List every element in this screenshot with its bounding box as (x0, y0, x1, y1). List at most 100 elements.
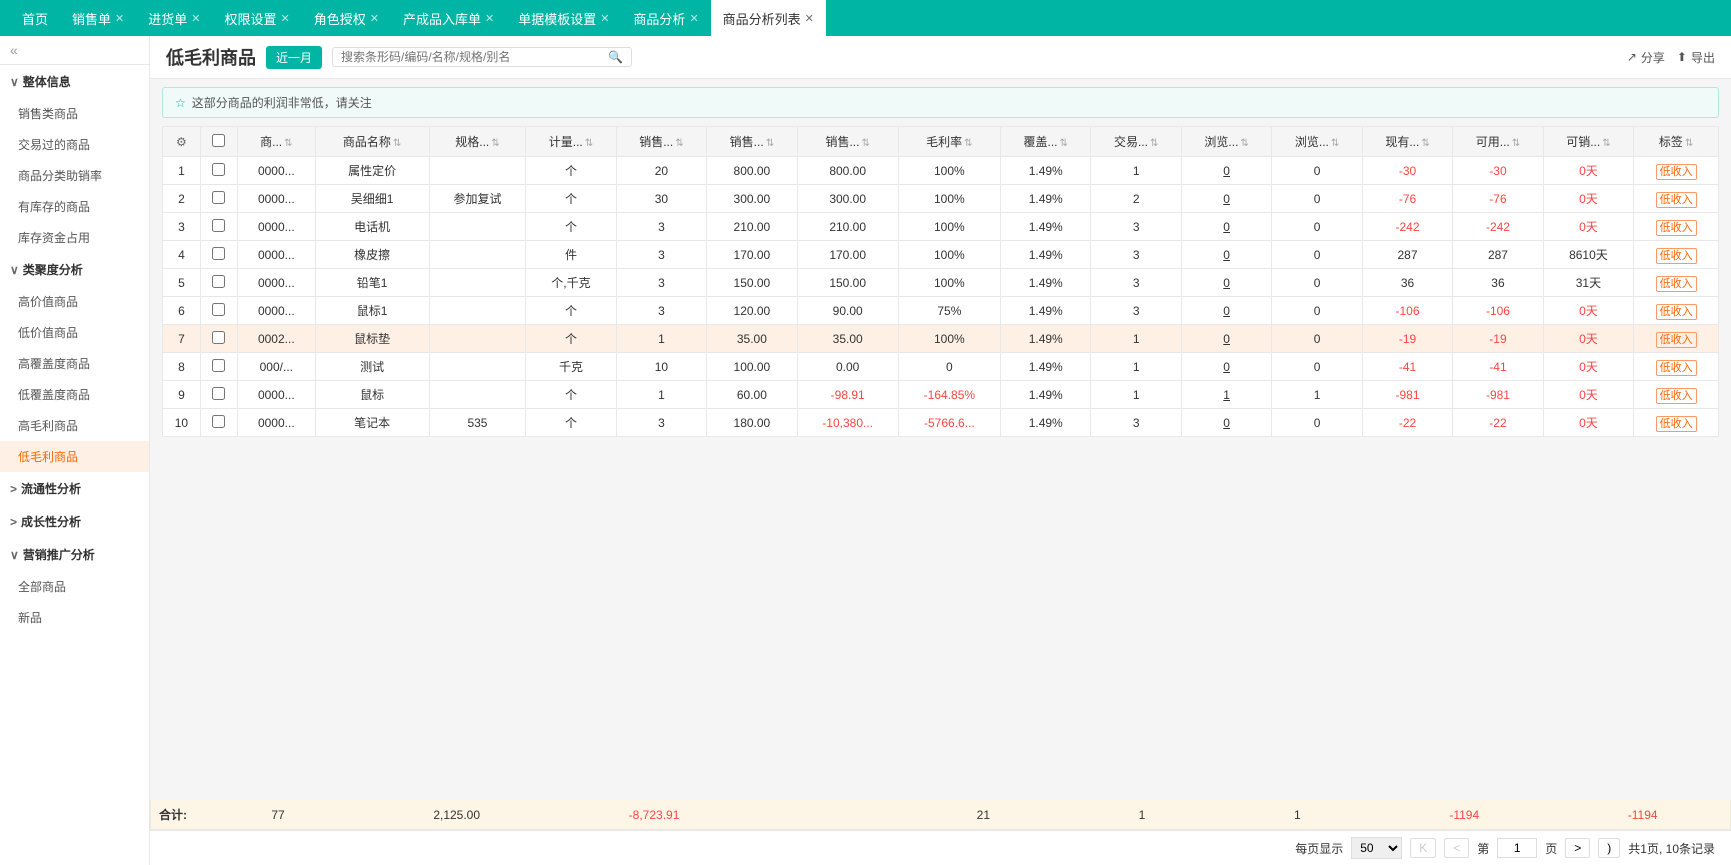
row-checkbox[interactable] (200, 353, 237, 381)
row-select-checkbox[interactable] (212, 275, 225, 288)
last-page-button[interactable]: ) (1598, 838, 1620, 858)
nav-close-icon[interactable]: ✕ (281, 12, 290, 25)
nav-close-icon[interactable]: ✕ (485, 12, 494, 25)
row-trade: 1 (1091, 325, 1181, 353)
nav-item-权限设置[interactable]: 权限设置✕ (212, 0, 301, 36)
sidebar-item-有库存的商品[interactable]: 有库存的商品 (0, 191, 149, 222)
nav-item-商品分析列表[interactable]: 商品分析列表✕ (711, 0, 826, 36)
nav-close-icon[interactable]: ✕ (191, 12, 200, 25)
row-checkbox[interactable] (200, 269, 237, 297)
export-button[interactable]: ⬆ 导出 (1677, 49, 1715, 66)
col-spec[interactable]: 规格...⇅ (429, 127, 526, 157)
row-select-checkbox[interactable] (212, 191, 225, 204)
col-available[interactable]: 可用...⇅ (1453, 127, 1543, 157)
row-select-checkbox[interactable] (212, 387, 225, 400)
sidebar-group-0[interactable]: ∨整体信息 (0, 65, 149, 98)
table-row: 7 0002... 鼠标垫 个 1 35.00 35.00 100% 1.49%… (163, 325, 1719, 353)
nav-close-icon[interactable]: ✕ (689, 12, 698, 25)
sidebar-item-高价值商品[interactable]: 高价值商品 (0, 286, 149, 317)
sidebar-item-新品[interactable]: 新品 (0, 602, 149, 633)
row-code: 0000... (238, 269, 315, 297)
row-checkbox[interactable] (200, 213, 237, 241)
search-input[interactable] (341, 50, 608, 64)
row-view1[interactable]: 0 (1181, 325, 1271, 353)
share-button[interactable]: ↗ 分享 (1627, 49, 1665, 66)
sidebar-group-2[interactable]: >流通性分析 (0, 472, 149, 505)
nav-item-产成品入库单[interactable]: 产成品入库单✕ (391, 0, 506, 36)
sidebar-group-3[interactable]: >成长性分析 (0, 505, 149, 538)
sidebar-item-低覆盖度商品[interactable]: 低覆盖度商品 (0, 379, 149, 410)
row-view1[interactable]: 0 (1181, 213, 1271, 241)
sidebar-item-交易过的商品[interactable]: 交易过的商品 (0, 129, 149, 160)
row-checkbox[interactable] (200, 381, 237, 409)
row-select-checkbox[interactable] (212, 219, 225, 232)
next-page-button[interactable]: > (1565, 838, 1590, 858)
row-checkbox[interactable] (200, 409, 237, 437)
col-gear[interactable]: ⚙ (163, 127, 201, 157)
select-all-checkbox[interactable] (212, 134, 225, 147)
row-checkbox[interactable] (200, 185, 237, 213)
sidebar-item-低毛利商品[interactable]: 低毛利商品 (0, 441, 149, 472)
sidebar-collapse-button[interactable]: « (0, 36, 149, 65)
col-view1[interactable]: 浏览...⇅ (1181, 127, 1271, 157)
row-checkbox[interactable] (200, 325, 237, 353)
date-filter-button[interactable]: 近一月 (266, 46, 322, 69)
col-saleable[interactable]: 可销...⇅ (1543, 127, 1633, 157)
row-sales-amount: 150.00 (797, 269, 898, 297)
row-checkbox[interactable] (200, 241, 237, 269)
nav-item-角色授权[interactable]: 角色授权✕ (302, 0, 391, 36)
row-checkbox[interactable] (200, 157, 237, 185)
nav-item-销售单[interactable]: 销售单✕ (60, 0, 136, 36)
per-page-select[interactable]: 50 100 200 (1351, 837, 1402, 859)
share-icon: ↗ (1627, 50, 1637, 64)
col-gross-margin[interactable]: 毛利率⇅ (898, 127, 1000, 157)
nav-item-商品分析[interactable]: 商品分析✕ (621, 0, 710, 36)
row-view1[interactable]: 0 (1181, 185, 1271, 213)
sidebar-item-全部商品[interactable]: 全部商品 (0, 571, 149, 602)
row-view1[interactable]: 0 (1181, 353, 1271, 381)
nav-item-单据模板设置[interactable]: 单据模板设置✕ (506, 0, 621, 36)
sidebar-item-销售类商品[interactable]: 销售类商品 (0, 98, 149, 129)
page-input[interactable] (1497, 838, 1537, 858)
row-select-checkbox[interactable] (212, 247, 225, 260)
row-checkbox[interactable] (200, 297, 237, 325)
sidebar-item-高毛利商品[interactable]: 高毛利商品 (0, 410, 149, 441)
nav-close-icon[interactable]: ✕ (370, 12, 379, 25)
col-name[interactable]: 商品名称⇅ (315, 127, 429, 157)
row-view1[interactable]: 1 (1181, 381, 1271, 409)
col-view2[interactable]: 浏览...⇅ (1272, 127, 1362, 157)
row-select-checkbox[interactable] (212, 303, 225, 316)
nav-item-进货单[interactable]: 进货单✕ (136, 0, 212, 36)
row-select-checkbox[interactable] (212, 415, 225, 428)
nav-close-icon[interactable]: ✕ (805, 12, 814, 25)
search-icon[interactable]: 🔍 (608, 50, 623, 64)
row-select-checkbox[interactable] (212, 359, 225, 372)
nav-close-icon[interactable]: ✕ (115, 12, 124, 25)
col-sales-price[interactable]: 销售...⇅ (707, 127, 797, 157)
nav-item-首页[interactable]: 首页 (10, 0, 60, 36)
col-sales-qty[interactable]: 销售...⇅ (616, 127, 706, 157)
col-tag[interactable]: 标签⇅ (1634, 127, 1719, 157)
row-view1[interactable]: 0 (1181, 241, 1271, 269)
col-current-stock[interactable]: 现有...⇅ (1362, 127, 1452, 157)
sidebar-group-4[interactable]: ∨营销推广分析 (0, 538, 149, 571)
sidebar-group-1[interactable]: ∨类聚度分析 (0, 253, 149, 286)
sidebar-item-低价值商品[interactable]: 低价值商品 (0, 317, 149, 348)
sidebar-item-库存资金占用[interactable]: 库存资金占用 (0, 222, 149, 253)
sidebar-item-高覆盖度商品[interactable]: 高覆盖度商品 (0, 348, 149, 379)
row-view1[interactable]: 0 (1181, 157, 1271, 185)
row-select-checkbox[interactable] (212, 331, 225, 344)
sidebar-item-商品分类助销率[interactable]: 商品分类助销率 (0, 160, 149, 191)
row-view1[interactable]: 0 (1181, 409, 1271, 437)
prev-page-button[interactable]: < (1444, 838, 1469, 858)
col-sales-amount[interactable]: 销售...⇅ (797, 127, 898, 157)
nav-close-icon[interactable]: ✕ (600, 12, 609, 25)
col-unit[interactable]: 计量...⇅ (526, 127, 616, 157)
row-select-checkbox[interactable] (212, 163, 225, 176)
first-page-button[interactable]: K (1410, 838, 1436, 858)
row-view1[interactable]: 0 (1181, 269, 1271, 297)
row-view1[interactable]: 0 (1181, 297, 1271, 325)
col-trade[interactable]: 交易...⇅ (1091, 127, 1181, 157)
col-code[interactable]: 商...⇅ (238, 127, 315, 157)
col-coverage[interactable]: 覆盖...⇅ (1000, 127, 1090, 157)
